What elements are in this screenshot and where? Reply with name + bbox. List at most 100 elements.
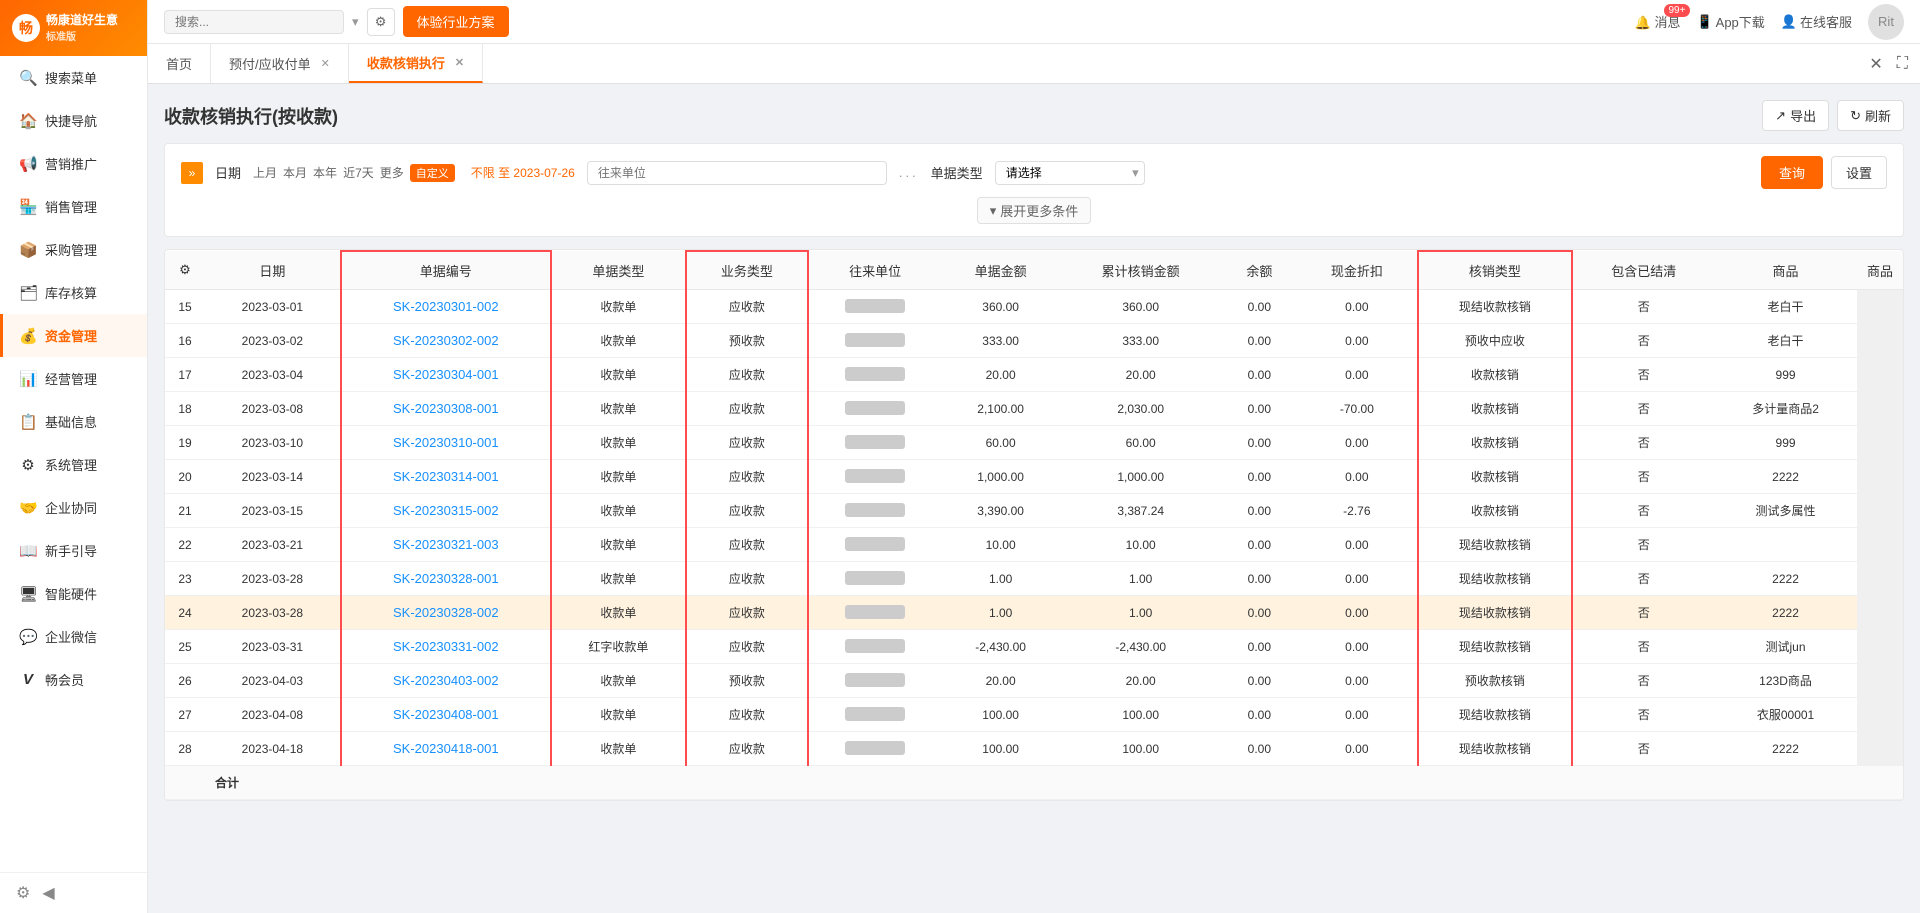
date-7days[interactable]: 近7天 — [343, 164, 374, 182]
order-no-link[interactable]: SK-20230418-001 — [393, 741, 499, 756]
table-scroll-area[interactable]: ⚙ 日期 单据编号 单据类型 业务类型 往来单位 单据金额 累计核销金额 余额 … — [165, 250, 1903, 800]
row-writeoff-type: 现结收款核销 — [1418, 528, 1573, 562]
wechat-icon: 💬 — [19, 628, 37, 646]
sidebar-item-system[interactable]: ⚙ 系统管理 — [0, 443, 147, 486]
order-no-link[interactable]: SK-20230321-003 — [393, 537, 499, 552]
sidebar-item-marketing[interactable]: 📢 营销推广 — [0, 142, 147, 185]
search-input[interactable] — [164, 10, 344, 34]
row-order-no[interactable]: SK-20230310-001 — [341, 426, 551, 460]
settings-icon[interactable]: ⚙ — [16, 883, 30, 903]
industry-solution-button[interactable]: 体验行业方案 — [403, 6, 509, 37]
row-order-no[interactable]: SK-20230328-002 — [341, 596, 551, 630]
col-order-no-header: 单据编号 — [341, 251, 551, 290]
date-this-year[interactable]: 本年 — [313, 164, 337, 182]
close-window-icon[interactable]: ✕ — [1865, 50, 1886, 78]
row-discount: 0.00 — [1297, 426, 1417, 460]
date-last-month[interactable]: 上月 — [253, 164, 277, 182]
maximize-icon[interactable]: ⛶ — [1893, 51, 1912, 77]
expand-more-button[interactable]: ▾ 展开更多条件 — [977, 197, 1092, 224]
type-select[interactable]: 请选择 — [995, 161, 1145, 185]
query-button[interactable]: 查询 — [1761, 156, 1823, 189]
sidebar-item-purchase[interactable]: 📦 采购管理 — [0, 228, 147, 271]
table-row: 182023-03-08SK-20230308-001收款单应收款 2,100.… — [165, 392, 1903, 426]
order-no-link[interactable]: SK-20230315-002 — [393, 503, 499, 518]
collapse-icon[interactable]: ◀ — [42, 883, 54, 903]
row-order-no[interactable]: SK-20230408-001 — [341, 698, 551, 732]
row-goods: 2222 — [1714, 732, 1857, 766]
order-no-link[interactable]: SK-20230304-001 — [393, 367, 499, 382]
order-no-link[interactable]: SK-20230328-002 — [393, 605, 499, 620]
row-order-no[interactable]: SK-20230314-001 — [341, 460, 551, 494]
tab-close-icon[interactable]: ✕ — [321, 57, 330, 70]
row-order-no[interactable]: SK-20230403-002 — [341, 664, 551, 698]
sidebar-item-guide[interactable]: 📖 新手引导 — [0, 529, 147, 572]
sidebar-item-label: 采购管理 — [45, 240, 97, 259]
tab-writeoff[interactable]: 收款核销执行 ✕ — [349, 44, 483, 83]
message-badge: 99+ — [1664, 4, 1691, 17]
row-partner — [808, 392, 941, 426]
data-table: ⚙ 日期 单据编号 单据类型 业务类型 往来单位 单据金额 累计核销金额 余额 … — [165, 250, 1903, 800]
row-order-no[interactable]: SK-20230302-002 — [341, 324, 551, 358]
row-biz-type: 应收款 — [686, 358, 808, 392]
row-discount: 0.00 — [1297, 562, 1417, 596]
sidebar-item-search[interactable]: 🔍 搜索菜单 — [0, 56, 147, 99]
date-more[interactable]: 更多 — [380, 164, 404, 182]
col-gear-header[interactable]: ⚙ — [165, 251, 205, 290]
sidebar-item-enterprise[interactable]: 🤝 企业协同 — [0, 486, 147, 529]
row-include-settled: 否 — [1572, 596, 1714, 630]
table-row: 232023-03-28SK-20230328-001收款单应收款 1.001.… — [165, 562, 1903, 596]
row-order-no[interactable]: SK-20230418-001 — [341, 732, 551, 766]
col-include-settled-header: 包含已结清 — [1572, 251, 1714, 290]
sidebar-item-member[interactable]: V 畅会员 — [0, 658, 147, 701]
tab-close-active-icon[interactable]: ✕ — [455, 56, 464, 69]
date-custom-button[interactable]: 自定义 — [410, 164, 455, 182]
row-order-no[interactable]: SK-20230331-002 — [341, 630, 551, 664]
row-order-no[interactable]: SK-20230308-001 — [341, 392, 551, 426]
sidebar-item-wechat[interactable]: 💬 企业微信 — [0, 615, 147, 658]
sidebar-item-label: 系统管理 — [45, 455, 97, 474]
sidebar-item-base[interactable]: 📋 基础信息 — [0, 400, 147, 443]
message-btn[interactable]: 🔔 消息 99+ — [1635, 12, 1681, 31]
tab-receivable[interactable]: 预付/应收付单 ✕ — [211, 44, 349, 83]
order-no-link[interactable]: SK-20230314-001 — [393, 469, 499, 484]
export-button[interactable]: ↗ 导出 — [1762, 100, 1829, 131]
row-partner — [808, 290, 941, 324]
more-filters-dots[interactable]: ... — [899, 165, 919, 180]
order-no-link[interactable]: SK-20230308-001 — [393, 401, 499, 416]
row-goods-img — [1857, 392, 1903, 426]
order-no-link[interactable]: SK-20230331-002 — [393, 639, 499, 654]
filter-expand-button[interactable]: » — [181, 162, 203, 184]
order-no-link[interactable]: SK-20230408-001 — [393, 707, 499, 722]
sidebar-item-operation[interactable]: 📊 经营管理 — [0, 357, 147, 400]
date-this-month[interactable]: 本月 — [283, 164, 307, 182]
sidebar-item-inventory[interactable]: 🗂 库存核算 — [0, 271, 147, 314]
order-no-link[interactable]: SK-20230310-001 — [393, 435, 499, 450]
sidebar-item-shortcut[interactable]: 🏠 快捷导航 — [0, 99, 147, 142]
tab-home[interactable]: 首页 — [148, 44, 211, 83]
app-download-btn[interactable]: 📱 App下载 — [1696, 12, 1764, 31]
row-partner — [808, 426, 941, 460]
row-biz-type: 应收款 — [686, 528, 808, 562]
row-goods-img — [1857, 324, 1903, 358]
row-order-no[interactable]: SK-20230301-002 — [341, 290, 551, 324]
row-order-no[interactable]: SK-20230315-002 — [341, 494, 551, 528]
sidebar-item-hardware[interactable]: 🖥 智能硬件 — [0, 572, 147, 615]
row-goods-img — [1857, 426, 1903, 460]
dropdown-arrow-icon[interactable]: ▾ — [352, 14, 359, 30]
setting-button[interactable]: 设置 — [1831, 156, 1887, 189]
sidebar-item-finance[interactable]: 💰 资金管理 — [0, 314, 147, 357]
order-no-link[interactable]: SK-20230403-002 — [393, 673, 499, 688]
order-no-link[interactable]: SK-20230301-002 — [393, 299, 499, 314]
sidebar-item-sales[interactable]: 🏪 销售管理 — [0, 185, 147, 228]
settings-btn[interactable]: ⚙ — [367, 8, 395, 36]
avatar[interactable]: Rit — [1868, 4, 1904, 40]
row-order-no[interactable]: SK-20230304-001 — [341, 358, 551, 392]
row-order-type: 收款单 — [551, 562, 686, 596]
row-order-no[interactable]: SK-20230328-001 — [341, 562, 551, 596]
order-no-link[interactable]: SK-20230302-002 — [393, 333, 499, 348]
refresh-button[interactable]: ↻ 刷新 — [1837, 100, 1904, 131]
row-order-no[interactable]: SK-20230321-003 — [341, 528, 551, 562]
partner-input[interactable] — [587, 161, 887, 185]
online-service-btn[interactable]: 👤 在线客服 — [1781, 12, 1852, 31]
order-no-link[interactable]: SK-20230328-001 — [393, 571, 499, 586]
